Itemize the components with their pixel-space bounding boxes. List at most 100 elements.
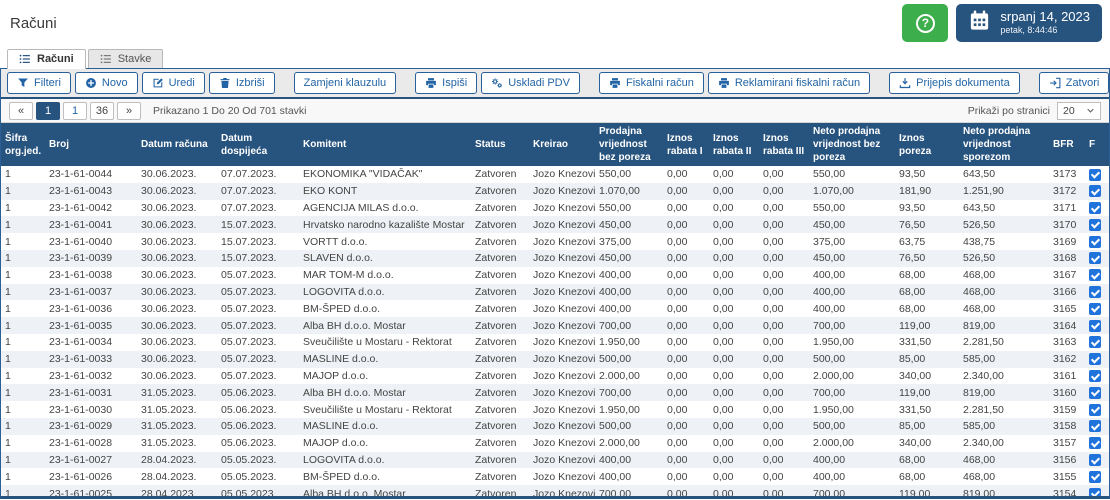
row-checkbox-checked[interactable]: [1089, 185, 1101, 198]
column-header-f[interactable]: F: [1085, 123, 1109, 166]
row-checkbox-checked[interactable]: [1089, 252, 1101, 265]
row-checkbox-checked[interactable]: [1089, 487, 1101, 496]
cell-datum-dospije-a: 05.07.2023.: [221, 369, 277, 382]
tab-ra-uni[interactable]: Računi: [7, 49, 86, 69]
cell-neto-prodajna-vrijednost-sporezom: 468,00: [963, 302, 996, 315]
page-input[interactable]: 1: [63, 101, 87, 120]
cell-iznos-rabata-iii: 0,00: [763, 353, 784, 366]
filteri-button[interactable]: Filteri: [7, 72, 71, 94]
row-checkbox-checked[interactable]: [1089, 202, 1101, 215]
cell-kreirao: Jozo Knezović: [533, 302, 595, 315]
cell-prodajna-vrijednost-bez-poreza: 1.070,00: [599, 185, 640, 198]
cell-status: Zatvoren: [475, 285, 517, 298]
row-checkbox-checked[interactable]: [1089, 336, 1101, 349]
cell-neto-prodajna-vrijednost-bez-poreza: 550,00: [813, 201, 846, 214]
date-widget[interactable]: srpanj 14, 2023 petak, 8:44:46: [956, 4, 1102, 42]
ispi-i-button[interactable]: Ispiši: [415, 72, 478, 94]
column-header-broj[interactable]: Broj: [45, 123, 137, 166]
row-checkbox-checked[interactable]: [1089, 386, 1101, 399]
column-header-status[interactable]: Status: [471, 123, 529, 166]
help-button[interactable]: ?: [902, 4, 949, 42]
cell-bfr: 3160: [1053, 386, 1077, 399]
cell-neto-prodajna-vrijednost-bez-poreza: 700,00: [813, 487, 846, 496]
cell-iznos-rabata-iii: 0,00: [763, 386, 784, 399]
cell-status: Zatvoren: [475, 403, 517, 416]
first-page-button[interactable]: «: [9, 101, 33, 120]
cell-datum-ra-una: 30.06.2023.: [141, 369, 197, 382]
column-header-ifra-org-jed[interactable]: Šifra org.jed.: [1, 123, 45, 166]
row-checkbox-checked[interactable]: [1089, 470, 1101, 483]
column-header-prodajna-vrijednost-bez-poreza[interactable]: Prodajna vrijednost bez poreza: [595, 123, 663, 166]
row-checkbox-checked[interactable]: [1089, 353, 1101, 366]
row-checkbox-checked[interactable]: [1089, 168, 1101, 181]
column-header-datum-ra-una[interactable]: Datum računa: [137, 123, 217, 166]
column-header-neto-prodajna-vrijednost-bez-poreza[interactable]: Neto prodajna vrijednost bez poreza: [809, 123, 895, 166]
button-label: Reklamirani fiskalni račun: [734, 77, 861, 89]
button-label: Ispiši: [442, 77, 468, 89]
cell-iznos-rabata-iii: 0,00: [763, 201, 784, 214]
cell-prodajna-vrijednost-bez-poreza: 375,00: [599, 235, 632, 248]
cell-iznos-rabata-ii: 0,00: [713, 403, 734, 416]
row-checkbox-checked[interactable]: [1089, 403, 1101, 416]
tab-stavke[interactable]: Stavke: [87, 49, 164, 69]
row-checkbox-checked[interactable]: [1089, 269, 1101, 282]
cell-komitent: LOGOVITA d.o.o.: [303, 285, 385, 298]
column-header-datum-dospije-a[interactable]: Datum dospijeća: [217, 123, 299, 166]
column-header-neto-prodajna-vrijednost-sporezom[interactable]: Neto prodajna vrijednost sporezom: [959, 123, 1049, 166]
zamjeni-klauzulu-button[interactable]: Zamjeni klauzulu: [293, 72, 397, 94]
cell-iznos-rabata-i: 0,00: [667, 470, 688, 483]
row-checkbox-checked[interactable]: [1089, 370, 1101, 383]
row-checkbox-checked[interactable]: [1089, 235, 1101, 248]
column-header-iznos-rabata-iii[interactable]: Iznos rabata III: [759, 123, 809, 166]
uredi-button[interactable]: Uredi: [141, 72, 205, 94]
row-checkbox-checked[interactable]: [1089, 420, 1101, 433]
column-header-iznos-rabata-i[interactable]: Iznos rabata I: [663, 123, 709, 166]
cell-iznos-rabata-iii: 0,00: [763, 453, 784, 466]
last-page-button[interactable]: »: [117, 101, 141, 120]
cell-neto-prodajna-vrijednost-bez-poreza: 450,00: [813, 252, 846, 265]
calendar-icon: [968, 9, 991, 37]
cell-datum-dospije-a: 05.07.2023.: [221, 353, 277, 366]
cell-datum-dospije-a: 05.07.2023.: [221, 269, 277, 282]
cell-iznos-rabata-ii: 0,00: [713, 185, 734, 198]
cell-iznos-poreza: 119,00: [899, 487, 931, 496]
current-page-button[interactable]: 1: [36, 101, 60, 120]
total-pages-button[interactable]: 36: [90, 101, 114, 120]
cell-datum-dospije-a: 15.07.2023.: [221, 235, 277, 248]
cell-neto-prodajna-vrijednost-bez-poreza: 500,00: [813, 420, 846, 433]
column-header-iznos-poreza[interactable]: Iznos poreza: [895, 123, 959, 166]
row-checkbox-checked[interactable]: [1089, 286, 1101, 299]
cell-kreirao: Jozo Knezović: [533, 420, 595, 433]
cell-bfr: 3154: [1053, 487, 1077, 496]
cell-status: Zatvoren: [475, 369, 517, 382]
cell-komitent: VORTT d.o.o.: [303, 235, 368, 248]
zatvori-button[interactable]: Zatvori: [1038, 72, 1110, 94]
row-checkbox-checked[interactable]: [1089, 218, 1101, 231]
table-header-row: Šifra org.jed. Broj Datum računa Datum dosp…: [1, 123, 1109, 166]
cell-iznos-rabata-iii: 0,00: [763, 319, 784, 332]
row-checkbox-checked[interactable]: [1089, 319, 1101, 332]
column-header-bfr[interactable]: BFR: [1049, 123, 1085, 166]
cell-datum-ra-una: 28.04.2023.: [141, 453, 197, 466]
cell-datum-dospije-a: 15.07.2023.: [221, 252, 277, 265]
reklamirani-fiskalni-ra-un-button[interactable]: Reklamirani fiskalni račun: [707, 72, 871, 94]
fiskalni-ra-un-button[interactable]: Fiskalni račun: [598, 72, 704, 94]
row-checkbox-checked[interactable]: [1089, 437, 1101, 450]
row-checkbox-checked[interactable]: [1089, 302, 1101, 315]
prijepis-dokumenta-button[interactable]: Prijepis dokumenta: [889, 72, 1020, 94]
row-checkbox-checked[interactable]: [1089, 454, 1101, 467]
cell-komitent: Hrvatsko narodno kazalište Mostar: [303, 218, 465, 231]
cell-ifra-org-jed: 1: [5, 201, 11, 214]
cell-status: Zatvoren: [475, 218, 517, 231]
izbri-i-button[interactable]: Izbriši: [208, 72, 275, 94]
cell-ifra-org-jed: 1: [5, 302, 11, 315]
uskladi-pdv-button[interactable]: Uskladi PDV: [481, 72, 580, 94]
cell-neto-prodajna-vrijednost-sporezom: 819,00: [963, 386, 996, 399]
cell-neto-prodajna-vrijednost-sporezom: 468,00: [963, 269, 996, 282]
page-size-select[interactable]: 20: [1057, 101, 1101, 120]
column-header-komitent[interactable]: Komitent: [299, 123, 471, 166]
novo-button[interactable]: Novo: [74, 72, 138, 94]
cell-iznos-rabata-iii: 0,00: [763, 437, 784, 450]
column-header-iznos-rabata-ii[interactable]: Iznos rabata II: [709, 123, 759, 166]
column-header-kreirao[interactable]: Kreirao: [529, 123, 595, 166]
